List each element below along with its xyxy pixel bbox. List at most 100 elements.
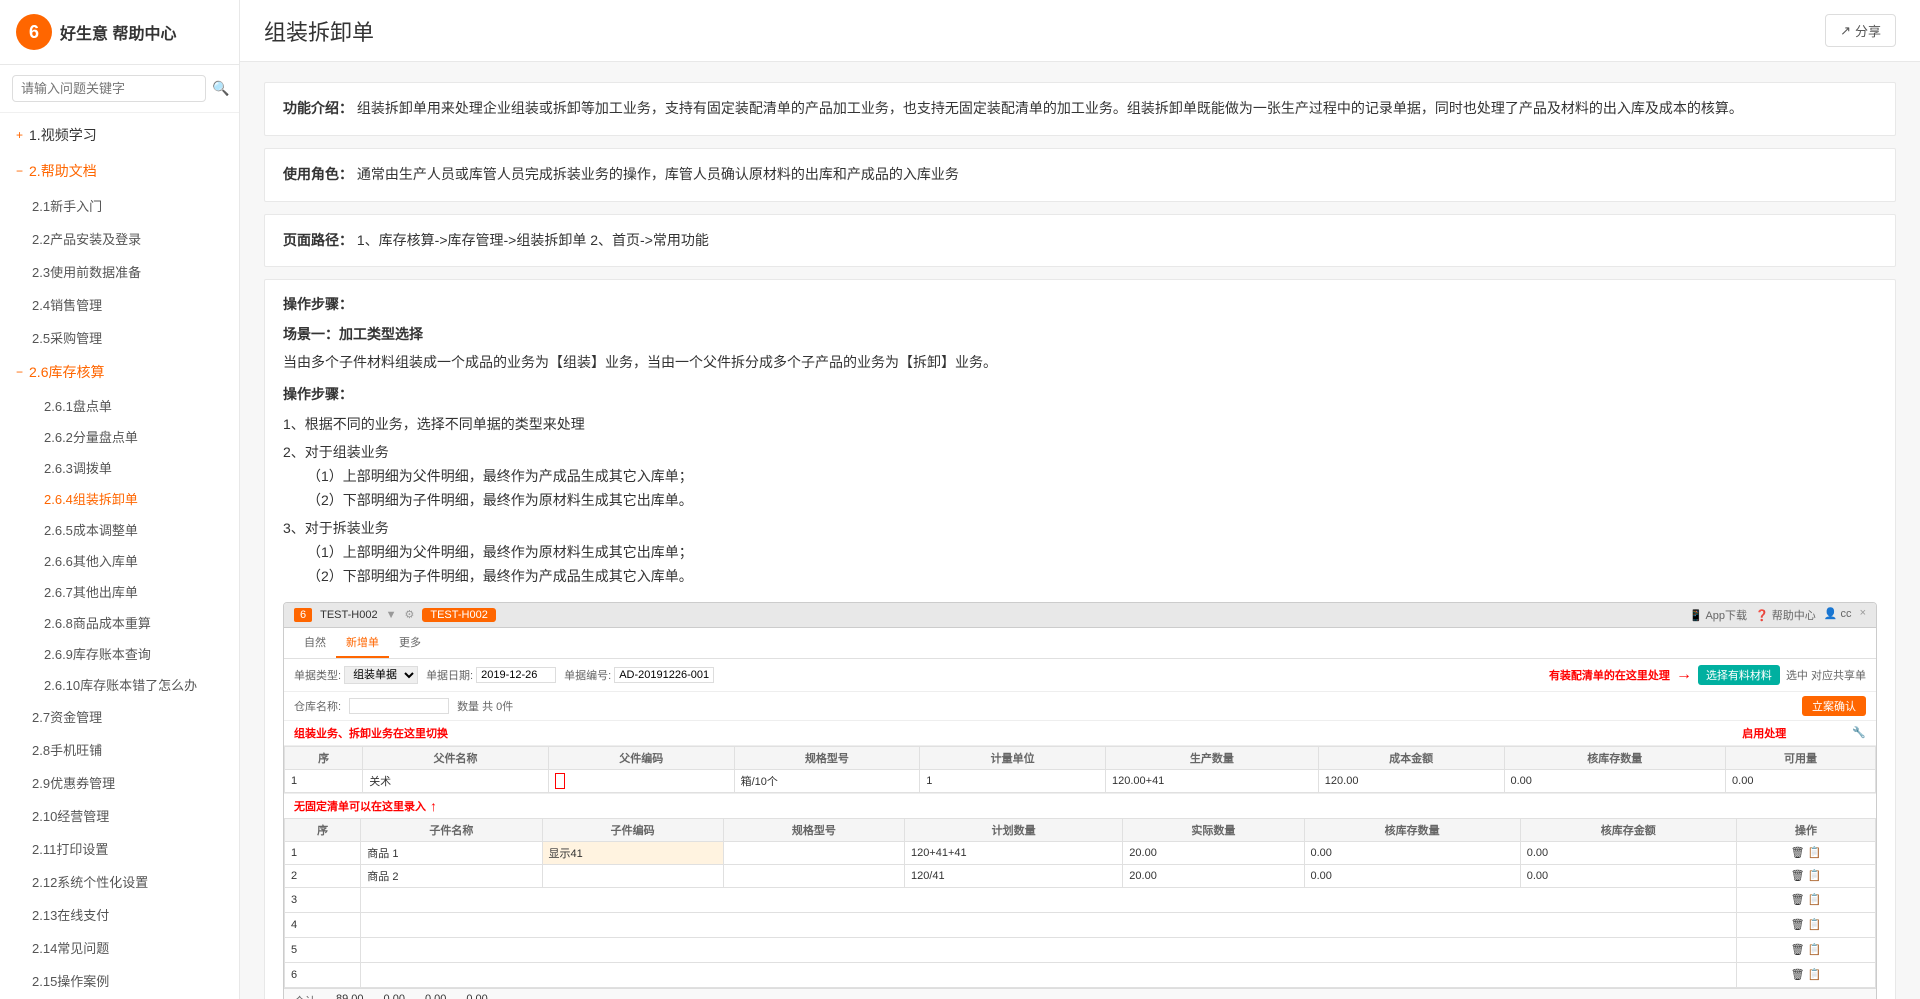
sidebar-item-inother[interactable]: 2.6.6其他入库单 (0, 545, 239, 576)
ss-footer-t4: 0.00 (466, 993, 487, 999)
ss-t1-h1: 序 (285, 746, 363, 769)
ss-dropdown-icon: ▼ (386, 609, 397, 621)
ss-bar: 6 TEST-H002 ▼ ⚙ TEST-H002 📱 App下载 ❓ 帮助中心… (284, 603, 1876, 628)
sidebar-item-custom[interactable]: 2.12系统个性化设置 (0, 865, 239, 898)
ss-type-label: 单据类型: (294, 667, 341, 683)
sidebar-item-data[interactable]: 2.3使用前数据准备 (0, 255, 239, 288)
ss-t2-empty6 (361, 962, 1737, 987)
ss-unlimited-label: 无固定清单可以在这里录入 (294, 798, 426, 814)
ss-help-icon: ❓ 帮助中心 (1755, 607, 1816, 623)
sidebar-item-adjust[interactable]: 2.6.3调拨单 (0, 452, 239, 483)
ss-app-icon: 📱 App下载 (1689, 607, 1747, 623)
ss-t2-op3: 🗑 📋 (1736, 887, 1875, 912)
sidebar-item-video[interactable]: + 1.视频学习 (0, 117, 239, 153)
sidebar-item-docs-label: 2.帮助文档 (29, 161, 97, 181)
share-button[interactable]: ↗ 分享 (1825, 14, 1896, 47)
sidebar-item-assembly[interactable]: 2.6.4组装拆卸单 (0, 483, 239, 514)
ss-table1-wrap: 序 父件名称 父件编码 规格型号 计量单位 生产数量 成本金额 核库存数量 可用… (284, 746, 1876, 793)
sidebar-item-faq[interactable]: 2.14常见问题 (0, 931, 239, 964)
sidebar-item-cases[interactable]: 2.15操作案例 (0, 964, 239, 997)
sidebar-item-new[interactable]: 2.1新手入门 (0, 189, 239, 222)
ss-enable-row: 启用处理 (1742, 725, 1786, 741)
ss-t1-h9: 可用量 (1726, 746, 1876, 769)
ss-annotation1: 有装配清单的在这里处理 (1549, 667, 1670, 683)
ss-close-icon[interactable]: × (1860, 607, 1866, 623)
ss-footer: 合计 89.00 0.00 0.00 0.00 (284, 988, 1876, 999)
ss-arrow1: → (1676, 666, 1692, 684)
ss-unlimited-row: 无固定清单可以在这里录入 ↑ (284, 793, 1876, 818)
ss-bar-id: TEST-H002 (320, 609, 377, 621)
ss-t2-h-stockqty: 核库存数量 (1304, 818, 1520, 841)
ss-t2-stockamt1: 0.00 (1520, 841, 1736, 864)
sidebar-item-install[interactable]: 2.2产品安装及登录 (0, 222, 239, 255)
sidebar-item-finance[interactable]: 2.7资金管理 (0, 700, 239, 733)
ss-t1-h5: 计量单位 (920, 746, 1106, 769)
ss-footer-t1: 89.00 (336, 993, 364, 999)
ss-type-select[interactable]: 组装单据 拆卸单据 (344, 666, 418, 684)
ss-date-input[interactable] (476, 667, 556, 683)
ss-nav-home[interactable]: 自然 (294, 628, 336, 658)
sidebar-item-ledger[interactable]: 2.6.9库存账本查询 (0, 638, 239, 669)
search-icon[interactable]: 🔍 (212, 80, 229, 97)
ss-t1-seq: 1 (285, 769, 363, 792)
sidebar-item-error[interactable]: 2.6.10库存账本错了怎么办 (0, 669, 239, 700)
ss-t1-unit: 1 (920, 769, 1106, 792)
site-title: 好生意 帮助中心 (60, 20, 176, 44)
sidebar-item-docs[interactable]: − 2.帮助文档 (0, 153, 239, 189)
ss-no-input[interactable] (614, 667, 714, 683)
screenshot-container: 6 TEST-H002 ▼ ⚙ TEST-H002 📱 App下载 ❓ 帮助中心… (283, 602, 1877, 999)
ss-t2-spec2 (723, 864, 904, 887)
ss-t2-actual1: 20.00 (1123, 841, 1304, 864)
ss-arrow-up: ↑ (430, 798, 437, 814)
ss-t2-h-seq: 序 (285, 818, 361, 841)
ss-t1-code (548, 769, 734, 792)
step3-sub1: （1）上部明细为父件明细，最终作为原材料生成其它出库单； (307, 542, 1877, 562)
ss-user-icon: 👤 cc (1824, 607, 1852, 623)
ss-t2-empty3 (361, 887, 1737, 912)
sidebar-item-split[interactable]: 2.6.2分量盘点单 (0, 421, 239, 452)
share-icon: ↗ (1840, 23, 1851, 39)
sidebar-item-goodscost[interactable]: 2.6.8商品成本重算 (0, 607, 239, 638)
ss-t2-name1: 商品 1 (361, 841, 542, 864)
ss-no-field: 单据编号: (564, 667, 714, 683)
ss-t2-h-name: 子件名称 (361, 818, 542, 841)
intro-text: 组装拆卸单用来处理企业组装或拆卸等加工业务，支持有固定装配清单的产品加工业务，也… (357, 100, 1743, 116)
search-input[interactable] (12, 75, 206, 102)
sidebar-item-coupon[interactable]: 2.9优惠券管理 (0, 766, 239, 799)
sidebar-item-stocktake[interactable]: 2.6.1盘点单 (0, 390, 239, 421)
ss-gear-icon: ⚙ (404, 608, 414, 621)
ss-t2-seq3: 3 (285, 887, 361, 912)
ss-orange-btn[interactable]: TEST-H002 (422, 608, 495, 622)
ss-nav-new[interactable]: 新增单 (336, 628, 389, 658)
sidebar-item-purchase[interactable]: 2.5采购管理 (0, 321, 239, 354)
nav-section: + 1.视频学习 − 2.帮助文档 2.1新手入门 2.2产品安装及登录 2.3… (0, 113, 239, 999)
ss-nav-more[interactable]: 更多 (389, 628, 431, 658)
ss-process-btn[interactable]: 选择有料材料 (1698, 665, 1780, 685)
ss-assembly-row: 组装业务、拆卸业务在这里切换 启用处理 🔧 (284, 721, 1876, 746)
sidebar-item-mobile[interactable]: 2.8手机旺铺 (0, 733, 239, 766)
sidebar-item-online[interactable]: 2.13在线支付 (0, 898, 239, 931)
sidebar-item-operation[interactable]: 2.10经营管理 (0, 799, 239, 832)
ss-warehouse-input[interactable] (349, 698, 449, 714)
table-row: 6 🗑 📋 (285, 962, 1876, 987)
ss-t2-op1: 🗑 📋 (1736, 841, 1875, 864)
step1: 1、根据不同的业务，选择不同单据的类型来处理 (283, 414, 1877, 434)
role-text: 通常由生产人员或库管人员完成拆装业务的操作，库管人员确认原材料的出库和产成品的入… (357, 166, 959, 182)
sidebar-item-cost[interactable]: 2.6.5成本调整单 (0, 514, 239, 545)
intro-section: 功能介绍： 组装拆卸单用来处理企业组装或拆卸等加工业务，支持有固定装配清单的产品… (264, 82, 1896, 136)
ss-t2-stockqty2: 0.00 (1304, 864, 1520, 887)
ss-t1-spec: 箱/10个 (734, 769, 920, 792)
sidebar-item-sales[interactable]: 2.4销售管理 (0, 288, 239, 321)
ss-t1-h3: 父件编码 (548, 746, 734, 769)
sidebar-item-inventory[interactable]: − 2.6库存核算 (0, 354, 239, 390)
ss-t2-seq6: 6 (285, 962, 361, 987)
search-box: 🔍 (0, 65, 239, 113)
sidebar-item-inventory-label: 2.6库存核算 (29, 362, 104, 382)
ss-confirm-btn[interactable]: 立案确认 (1802, 696, 1866, 716)
ss-t2-op2: 🗑 📋 (1736, 864, 1875, 887)
ss-table2-header: 序 子件名称 子件编码 规格型号 计划数量 实际数量 核库存数量 核库存金额 操… (285, 818, 1876, 841)
ss-table1: 序 父件名称 父件编码 规格型号 计量单位 生产数量 成本金额 核库存数量 可用… (284, 746, 1876, 793)
step2-sub2: （2）下部明细为子件明细，最终作为原材料生成其它出库单。 (307, 490, 1877, 510)
sidebar-item-print[interactable]: 2.11打印设置 (0, 832, 239, 865)
sidebar-item-outother[interactable]: 2.6.7其他出库单 (0, 576, 239, 607)
